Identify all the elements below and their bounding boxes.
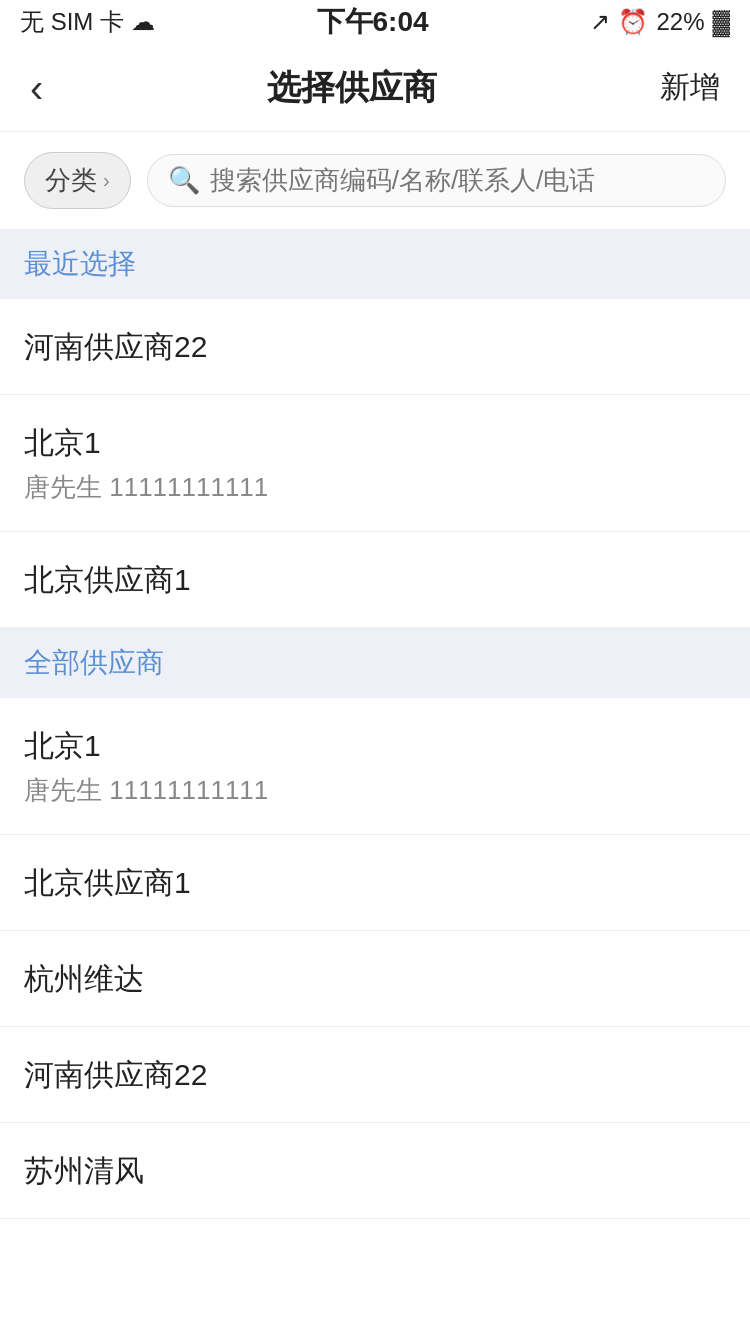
battery-icon: ▓ <box>712 8 730 36</box>
list-item[interactable]: 杭州维达 <box>0 931 750 1027</box>
item-name: 北京供应商1 <box>24 863 726 904</box>
category-button[interactable]: 分类 › <box>24 152 131 209</box>
list-item[interactable]: 北京1 唐先生 11111111111 <box>0 395 750 532</box>
search-input[interactable] <box>210 165 705 196</box>
item-name: 北京1 <box>24 423 726 464</box>
item-name: 苏州清风 <box>24 1151 726 1192</box>
list-item[interactable]: 北京供应商1 <box>0 835 750 931</box>
status-bar: 无 SIM 卡 ☁ 下午6:04 ↗ ⏰ 22% ▓ <box>0 0 750 44</box>
chevron-right-icon: › <box>103 169 110 192</box>
sim-label: 无 SIM 卡 ☁ <box>20 6 155 38</box>
battery-label: 22% <box>656 8 704 36</box>
item-name: 北京1 <box>24 726 726 767</box>
sections-container: 最近选择河南供应商22 北京1 唐先生 11111111111 北京供应商1 全部供应商… <box>0 229 750 1219</box>
location-icon: ↗ <box>590 8 610 36</box>
search-icon: 🔍 <box>168 165 200 196</box>
item-sub: 唐先生 11111111111 <box>24 470 726 505</box>
filter-bar: 分类 › 🔍 <box>0 132 750 229</box>
item-sub: 唐先生 11111111111 <box>24 773 726 808</box>
add-button[interactable]: 新增 <box>660 67 720 108</box>
status-left: 无 SIM 卡 ☁ <box>20 6 155 38</box>
item-name: 河南供应商22 <box>24 1055 726 1096</box>
item-name: 杭州维达 <box>24 959 726 1000</box>
list-item[interactable]: 河南供应商22 <box>0 299 750 395</box>
category-label: 分类 <box>45 163 97 198</box>
item-name: 河南供应商22 <box>24 327 726 368</box>
nav-bar: ‹ 选择供应商 新增 <box>0 44 750 132</box>
list-item[interactable]: 苏州清风 <box>0 1123 750 1219</box>
list-item[interactable]: 北京供应商1 <box>0 532 750 628</box>
search-box[interactable]: 🔍 <box>147 154 726 207</box>
back-button[interactable]: ‹ <box>30 68 43 108</box>
section-header-all: 全部供应商 <box>0 628 750 698</box>
list-item[interactable]: 北京1 唐先生 11111111111 <box>0 698 750 835</box>
list-item[interactable]: 河南供应商22 <box>0 1027 750 1123</box>
page-title: 选择供应商 <box>267 65 437 111</box>
status-time: 下午6:04 <box>317 3 429 41</box>
alarm-icon: ⏰ <box>618 8 648 36</box>
section-header-recent: 最近选择 <box>0 229 750 299</box>
item-name: 北京供应商1 <box>24 560 726 601</box>
status-right: ↗ ⏰ 22% ▓ <box>590 8 730 36</box>
